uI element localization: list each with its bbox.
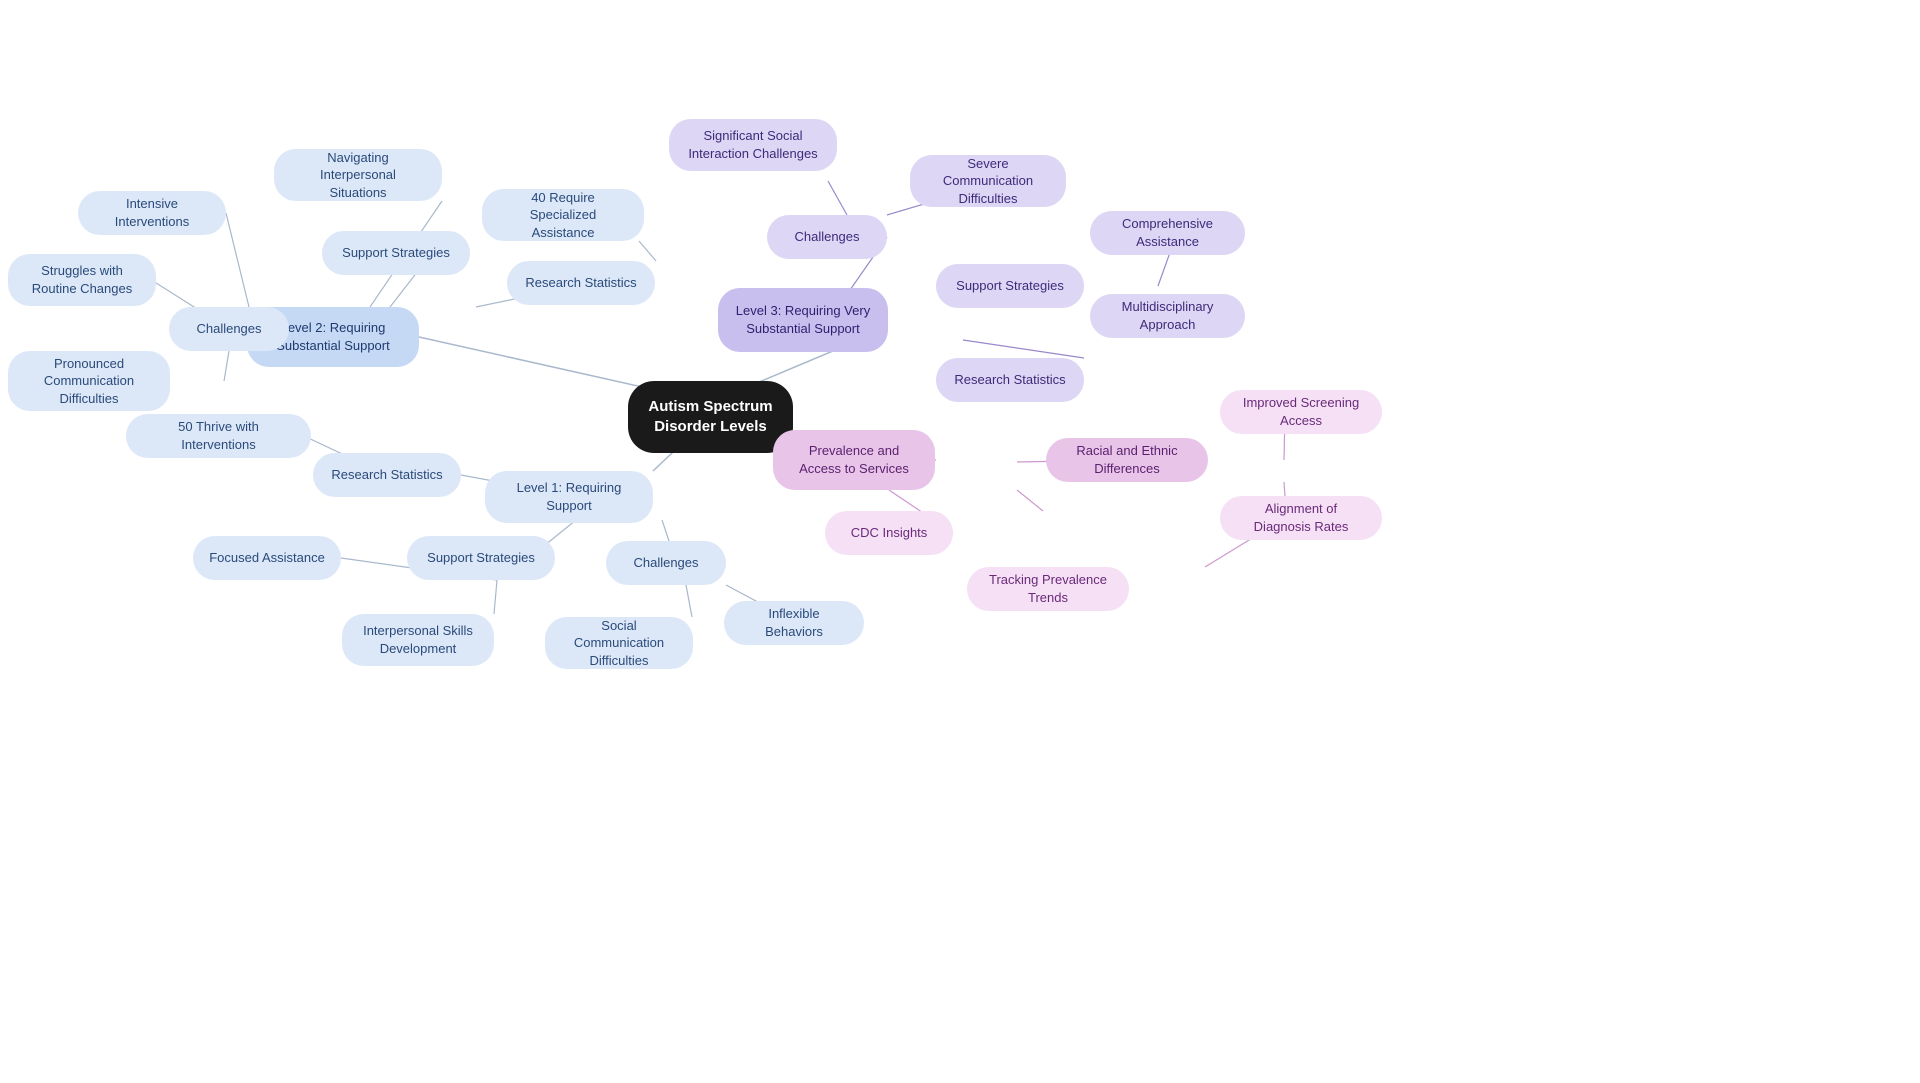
l1-challenges-node[interactable]: Challenges (606, 541, 726, 585)
prev-tracking-node[interactable]: Tracking Prevalence Trends (967, 567, 1129, 611)
l1-research-node[interactable]: Research Statistics (313, 453, 461, 497)
l3-comprehensive-node[interactable]: Comprehensive Assistance (1090, 211, 1245, 255)
prev-improved-node[interactable]: Improved Screening Access (1220, 390, 1382, 434)
l3-research-node[interactable]: Research Statistics (936, 358, 1084, 402)
l3-support-node[interactable]: Support Strategies (936, 264, 1084, 308)
l1-social-comm-node[interactable]: Social Communication Difficulties (545, 617, 693, 669)
prev-racial-node[interactable]: Racial and Ethnic Differences (1046, 438, 1208, 482)
l1-inflexible-node[interactable]: Inflexible Behaviors (724, 601, 864, 645)
l1-thrive-node[interactable]: 50 Thrive with Interventions (126, 414, 311, 458)
level1-node[interactable]: Level 1: Requiring Support (485, 471, 653, 523)
prev-alignment-node[interactable]: Alignment of Diagnosis Rates (1220, 496, 1382, 540)
l2-intensive-node[interactable]: Intensive Interventions (78, 191, 226, 235)
l2-challenges-node[interactable]: Challenges (169, 307, 289, 351)
l3-multidisciplinary-node[interactable]: Multidisciplinary Approach (1090, 294, 1245, 338)
l2-nav-node[interactable]: Navigating Interpersonal Situations (274, 149, 442, 201)
center-node[interactable]: Autism Spectrum Disorder Levels (628, 381, 793, 453)
level3-node[interactable]: Level 3: Requiring Very Substantial Supp… (718, 288, 888, 352)
prevalence-node[interactable]: Prevalence and Access to Services (773, 430, 935, 490)
l1-focused-node[interactable]: Focused Assistance (193, 536, 341, 580)
l3-challenges-node[interactable]: Challenges (767, 215, 887, 259)
l1-support-node[interactable]: Support Strategies (407, 536, 555, 580)
l3-severe-node[interactable]: Severe Communication Difficulties (910, 155, 1066, 207)
l2-pronounced-node[interactable]: Pronounced Communication Difficulties (8, 351, 170, 411)
l2-struggles-node[interactable]: Struggles with Routine Changes (8, 254, 156, 306)
prev-cdc-node[interactable]: CDC Insights (825, 511, 953, 555)
l1-interpersonal-node[interactable]: Interpersonal Skills Development (342, 614, 494, 666)
l2-research-node[interactable]: Research Statistics (507, 261, 655, 305)
l2-specialized-node[interactable]: 40 Require Specialized Assistance (482, 189, 644, 241)
l2-support-node[interactable]: Support Strategies (322, 231, 470, 275)
l3-significant-node[interactable]: Significant Social Interaction Challenge… (669, 119, 837, 171)
